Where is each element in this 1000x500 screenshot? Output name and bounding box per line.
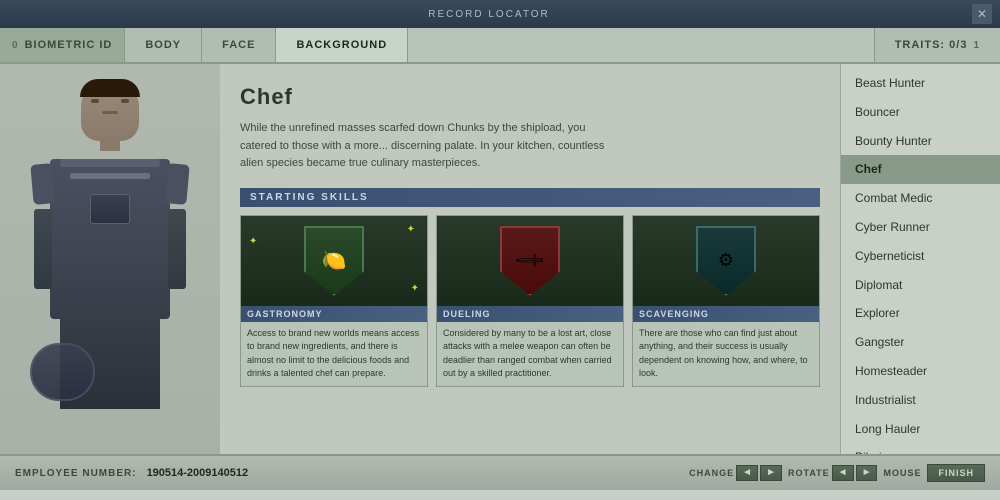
sparkle-2: ✦ <box>249 236 257 247</box>
background-list-item[interactable]: Cyberneticist <box>841 242 1000 271</box>
background-list-item[interactable]: Pilgrim <box>841 443 1000 454</box>
tab-biometric-id[interactable]: 0 BIOMETRIC ID <box>0 28 125 62</box>
tab0-label: BIOMETRIC ID <box>25 39 113 51</box>
background-list-item[interactable]: Combat Medic <box>841 184 1000 213</box>
tab-traits[interactable]: TRAITS: 0/3 1 <box>874 28 1000 62</box>
sparkle-3: ✦ <box>411 283 419 294</box>
finish-button[interactable]: FINISH <box>927 464 985 482</box>
gastronomy-shield: 🍋 <box>304 226 364 296</box>
background-list[interactable]: Beast HunterBouncerBounty HunterChefComb… <box>840 64 1000 454</box>
change-group: CHANGE ◄ ► <box>689 465 782 481</box>
rotate-group: ROTATE ◄ ► <box>788 465 877 481</box>
employee-number: 190514-2009140512 <box>147 467 249 479</box>
background-list-item[interactable]: Diplomat <box>841 271 1000 300</box>
top-bar-title: RECORD LOCATOR <box>8 9 970 20</box>
tab2-label: FACE <box>222 39 255 51</box>
scavenging-shield: ⚙ <box>696 226 756 296</box>
bottom-bar: EMPLOYEE NUMBER: 190514-2009140512 CHANG… <box>0 454 1000 490</box>
background-list-item[interactable]: Long Hauler <box>841 415 1000 444</box>
character-panel <box>0 64 220 454</box>
background-list-item[interactable]: Industrialist <box>841 386 1000 415</box>
skill-desc-gastronomy: Access to brand new worlds means access … <box>241 322 427 386</box>
background-list-item[interactable]: Gangster <box>841 328 1000 357</box>
background-list-item[interactable]: Bounty Hunter <box>841 127 1000 156</box>
background-list-item[interactable]: Explorer <box>841 299 1000 328</box>
background-list-item[interactable]: Cyber Runner <box>841 213 1000 242</box>
nav-tabs: 0 BIOMETRIC ID BODY FACE BACKGROUND TRAI… <box>0 28 1000 64</box>
skill-icon-dueling: 🗡 <box>437 216 623 306</box>
bottom-buttons: CHANGE ◄ ► ROTATE ◄ ► MOUSE FINISH <box>689 464 985 482</box>
change-label: CHANGE <box>689 468 734 478</box>
background-list-item[interactable]: Beast Hunter <box>841 69 1000 98</box>
tab-body[interactable]: BODY <box>125 28 202 62</box>
tab3-label: BACKGROUND <box>296 39 387 51</box>
skills-section: STARTING SKILLS 🍋 ✦ ✦ ✦ GASTRONOMY Acces… <box>240 188 820 387</box>
rotate-label: ROTATE <box>788 468 830 478</box>
skill-card-dueling: 🗡 DUELING Considered by many to be a los… <box>436 215 624 387</box>
tab0-num: 0 <box>12 40 19 51</box>
main-content: Chef While the unrefined masses scarfed … <box>0 64 1000 454</box>
skill-card-gastronomy: 🍋 ✦ ✦ ✦ GASTRONOMY Access to brand new w… <box>240 215 428 387</box>
background-list-item[interactable]: Chef <box>841 155 1000 184</box>
skill-icon-gastronomy: 🍋 ✦ ✦ ✦ <box>241 216 427 306</box>
sparkle-1: ✦ <box>407 224 415 235</box>
dueling-shield: 🗡 <box>500 226 560 296</box>
skill-icon-scavenging: ⚙ <box>633 216 819 306</box>
background-list-item[interactable]: Homesteader <box>841 357 1000 386</box>
close-button[interactable]: ✕ <box>972 4 992 24</box>
skills-grid: 🍋 ✦ ✦ ✦ GASTRONOMY Access to brand new w… <box>240 215 820 387</box>
change-right-button[interactable]: ► <box>760 465 782 481</box>
skill-name-gastronomy: GASTRONOMY <box>241 306 427 322</box>
info-panel: Chef While the unrefined masses scarfed … <box>220 64 840 454</box>
background-list-item[interactable]: Bouncer <box>841 98 1000 127</box>
top-bar: RECORD LOCATOR ✕ <box>0 0 1000 28</box>
character-figure <box>30 79 190 419</box>
mouse-group: MOUSE <box>883 468 921 478</box>
tab-background[interactable]: BACKGROUND <box>276 28 408 62</box>
tab-face[interactable]: FACE <box>202 28 276 62</box>
rotate-left-button[interactable]: ◄ <box>832 465 854 481</box>
tab4-label: TRAITS: 0/3 <box>895 39 968 51</box>
background-description: While the unrefined masses scarfed down … <box>240 120 620 173</box>
finish-label: FINISH <box>938 468 974 478</box>
skill-desc-scavenging: There are those who can find just about … <box>633 322 819 386</box>
skill-card-scavenging: ⚙ SCAVENGING There are those who can fin… <box>632 215 820 387</box>
rotate-right-button[interactable]: ► <box>856 465 878 481</box>
skill-name-scavenging: SCAVENGING <box>633 306 819 322</box>
background-name: Chef <box>240 84 820 110</box>
skills-header: STARTING SKILLS <box>240 188 820 207</box>
tab1-label: BODY <box>145 39 181 51</box>
employee-label: EMPLOYEE NUMBER: <box>15 468 137 479</box>
mouse-label: MOUSE <box>883 468 921 478</box>
tab4-num: 1 <box>973 40 980 51</box>
skill-name-dueling: DUELING <box>437 306 623 322</box>
skill-desc-dueling: Considered by many to be a lost art, clo… <box>437 322 623 386</box>
change-left-button[interactable]: ◄ <box>736 465 758 481</box>
